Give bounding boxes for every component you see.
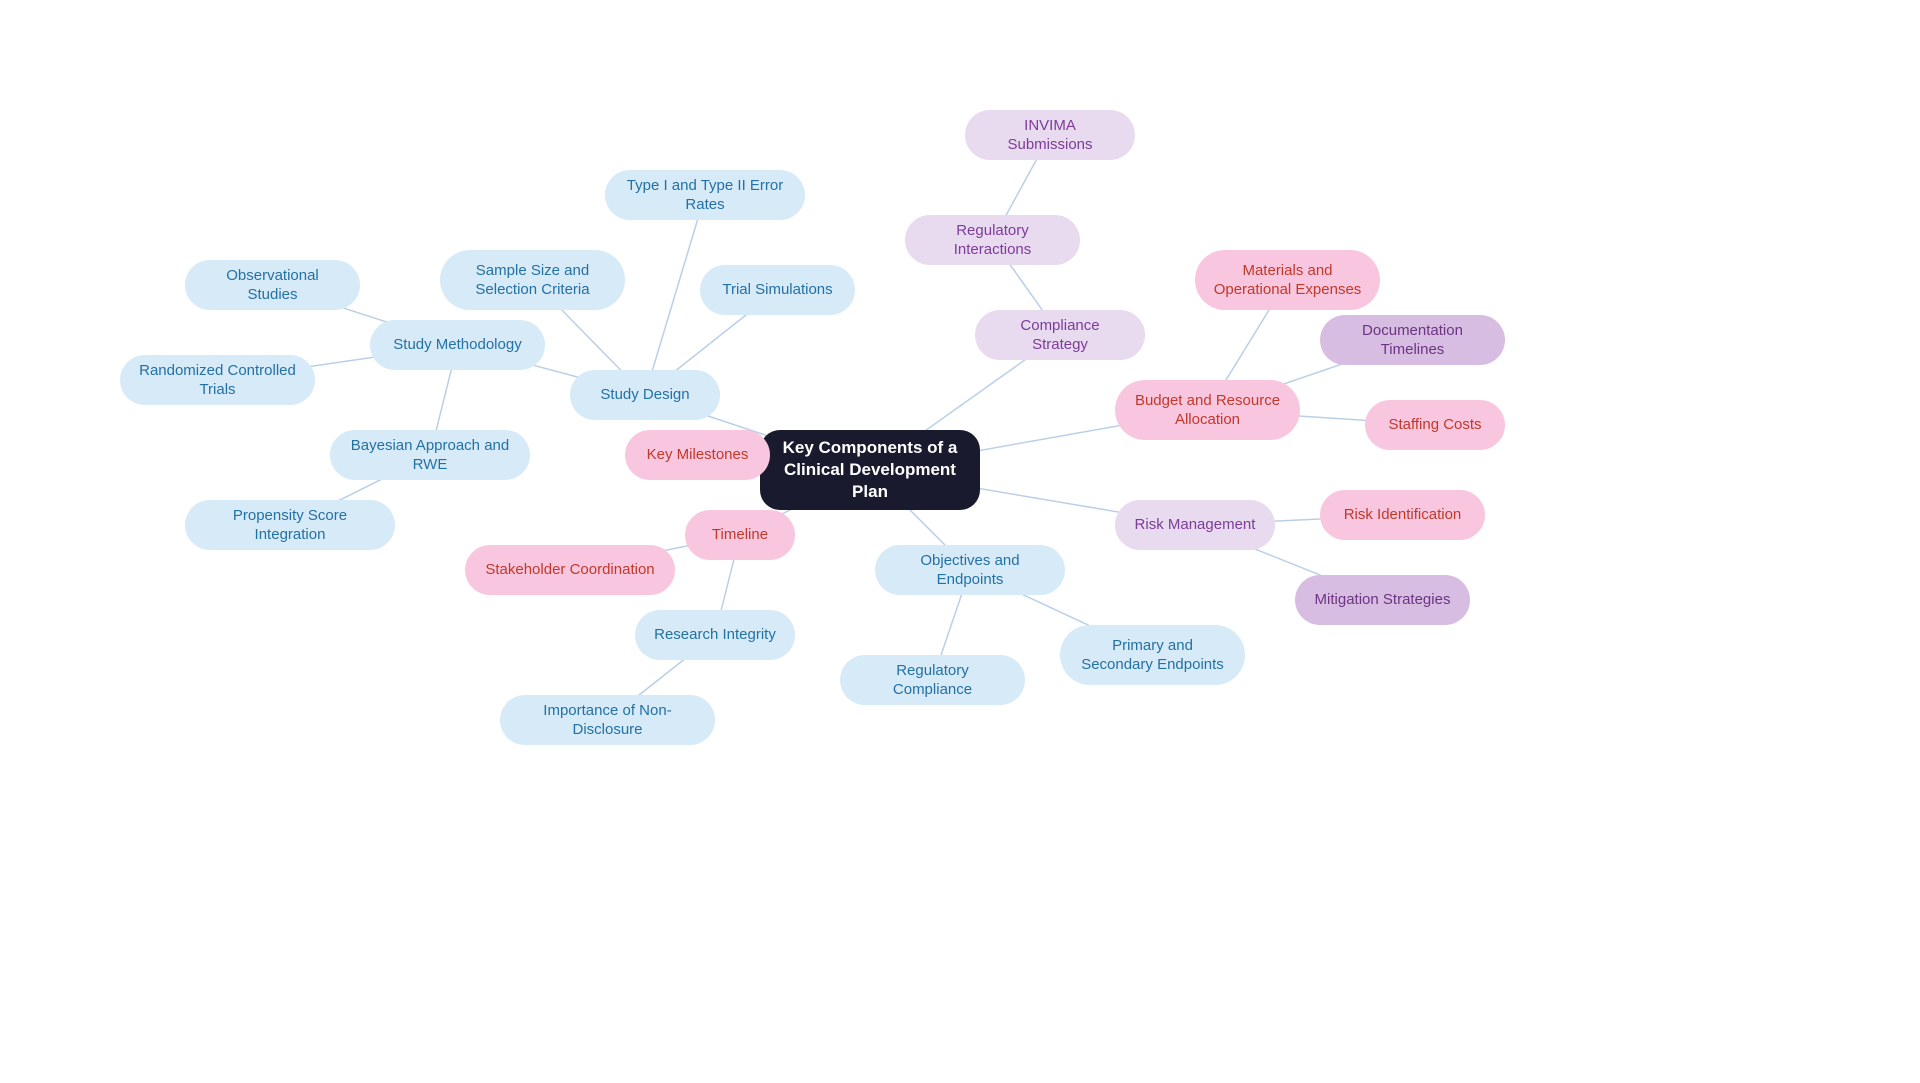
- node-objectives_endpoints[interactable]: Objectives and Endpoints: [875, 545, 1065, 595]
- node-trial_simulations[interactable]: Trial Simulations: [700, 265, 855, 315]
- node-study_methodology[interactable]: Study Methodology: [370, 320, 545, 370]
- node-risk_identification[interactable]: Risk Identification: [1320, 490, 1485, 540]
- node-regulatory_interactions[interactable]: Regulatory Interactions: [905, 215, 1080, 265]
- node-regulatory_compliance[interactable]: Regulatory Compliance: [840, 655, 1025, 705]
- node-study_design[interactable]: Study Design: [570, 370, 720, 420]
- node-type_error[interactable]: Type I and Type II Error Rates: [605, 170, 805, 220]
- node-doc_timelines[interactable]: Documentation Timelines: [1320, 315, 1505, 365]
- mindmap-container: Key Components of a Clinical Development…: [0, 0, 1920, 1083]
- node-bayesian[interactable]: Bayesian Approach and RWE: [330, 430, 530, 480]
- node-risk_management[interactable]: Risk Management: [1115, 500, 1275, 550]
- node-randomized_controlled[interactable]: Randomized Controlled Trials: [120, 355, 315, 405]
- node-importance_nondisclosure[interactable]: Importance of Non-Disclosure: [500, 695, 715, 745]
- node-compliance_strategy[interactable]: Compliance Strategy: [975, 310, 1145, 360]
- node-mitigation[interactable]: Mitigation Strategies: [1295, 575, 1470, 625]
- node-budget[interactable]: Budget and Resource Allocation: [1115, 380, 1300, 440]
- node-research_integrity[interactable]: Research Integrity: [635, 610, 795, 660]
- node-observational_studies[interactable]: Observational Studies: [185, 260, 360, 310]
- node-key_milestones[interactable]: Key Milestones: [625, 430, 770, 480]
- node-stakeholder[interactable]: Stakeholder Coordination: [465, 545, 675, 595]
- node-propensity[interactable]: Propensity Score Integration: [185, 500, 395, 550]
- node-invima[interactable]: INVIMA Submissions: [965, 110, 1135, 160]
- node-staffing_costs[interactable]: Staffing Costs: [1365, 400, 1505, 450]
- node-timeline[interactable]: Timeline: [685, 510, 795, 560]
- node-center[interactable]: Key Components of a Clinical Development…: [760, 430, 980, 510]
- node-materials[interactable]: Materials and Operational Expenses: [1195, 250, 1380, 310]
- node-primary_secondary[interactable]: Primary and Secondary Endpoints: [1060, 625, 1245, 685]
- node-sample_size[interactable]: Sample Size and Selection Criteria: [440, 250, 625, 310]
